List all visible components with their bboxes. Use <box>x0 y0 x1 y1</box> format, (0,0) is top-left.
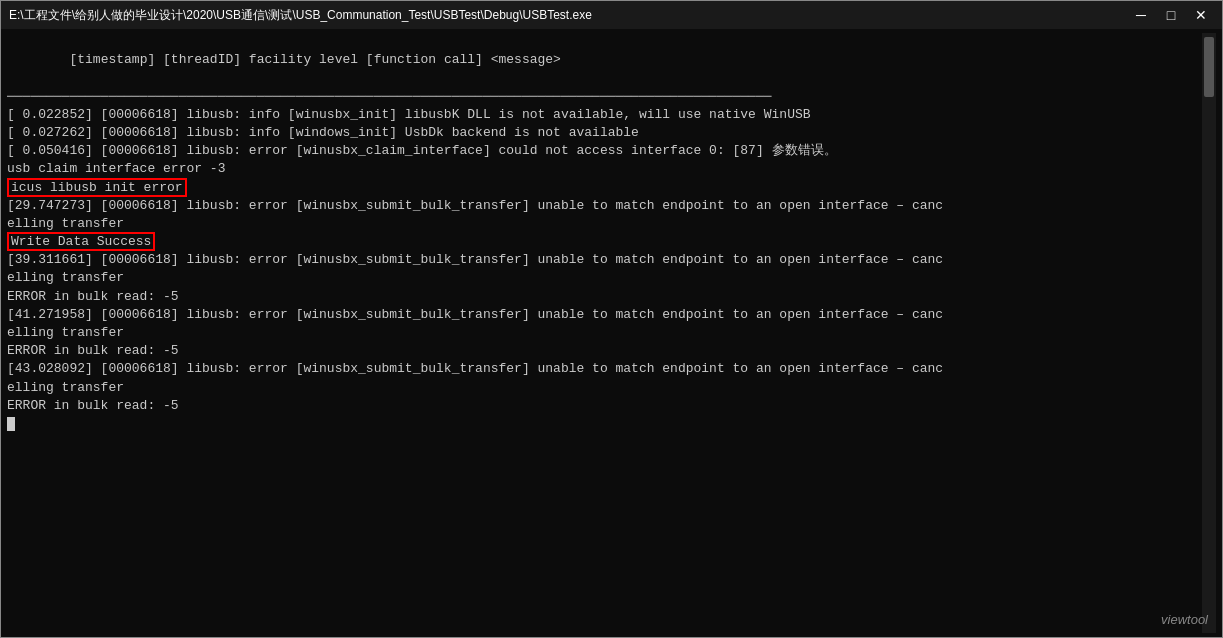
close-button[interactable]: ✕ <box>1188 5 1214 25</box>
log-line-3: [ 0.050416] [00006618] libusb: error [wi… <box>7 142 1202 160</box>
log-line-5: icus libusb init error <box>7 179 1202 197</box>
log-line-15: [43.028092] [00006618] libusb: error [wi… <box>7 360 1202 378</box>
log-line-4: usb claim interface error -3 <box>7 160 1202 178</box>
highlight-init-error: icus libusb init error <box>7 178 187 197</box>
log-line-14: ERROR in bulk read: -5 <box>7 342 1202 360</box>
minimize-button[interactable]: ─ <box>1128 5 1154 25</box>
log-line-8: Write Data Success <box>7 233 1202 251</box>
title-bar: E:\工程文件\给别人做的毕业设计\2020\USB通信\测试\USB_Comm… <box>1 1 1222 29</box>
log-line-2: [ 0.027262] [00006618] libusb: info [win… <box>7 124 1202 142</box>
text-cursor <box>7 417 15 431</box>
log-line-16: elling transfer <box>7 379 1202 397</box>
log-line-12: [41.271958] [00006618] libusb: error [wi… <box>7 306 1202 324</box>
log-line-17: ERROR in bulk read: -5 <box>7 397 1202 415</box>
log-line-10: elling transfer <box>7 269 1202 287</box>
console-area: [timestamp] [threadID] facility level [f… <box>1 29 1222 637</box>
watermark: viewtool <box>1161 611 1208 629</box>
main-window: E:\工程文件\给别人做的毕业设计\2020\USB通信\测试\USB_Comm… <box>0 0 1223 638</box>
console-output: [timestamp] [threadID] facility level [f… <box>7 33 1202 633</box>
highlight-write-success: Write Data Success <box>7 232 155 251</box>
log-line-1: [ 0.022852] [00006618] libusb: info [win… <box>7 106 1202 124</box>
log-line-6: [29.747273] [00006618] libusb: error [wi… <box>7 197 1202 215</box>
log-line-9: [39.311661] [00006618] libusb: error [wi… <box>7 251 1202 269</box>
maximize-button[interactable]: □ <box>1158 5 1184 25</box>
window-controls: ─ □ ✕ <box>1128 5 1214 25</box>
scrollbar-thumb[interactable] <box>1204 37 1214 97</box>
log-line-13: elling transfer <box>7 324 1202 342</box>
window-title: E:\工程文件\给别人做的毕业设计\2020\USB通信\测试\USB_Comm… <box>9 7 592 24</box>
log-line-7: elling transfer <box>7 215 1202 233</box>
cursor-line <box>7 415 1202 433</box>
console-separator: ────────────────────────────────────────… <box>7 88 1202 106</box>
log-line-11: ERROR in bulk read: -5 <box>7 288 1202 306</box>
console-header-line: [timestamp] [threadID] facility level [f… <box>7 33 1202 88</box>
scrollbar[interactable] <box>1202 33 1216 633</box>
